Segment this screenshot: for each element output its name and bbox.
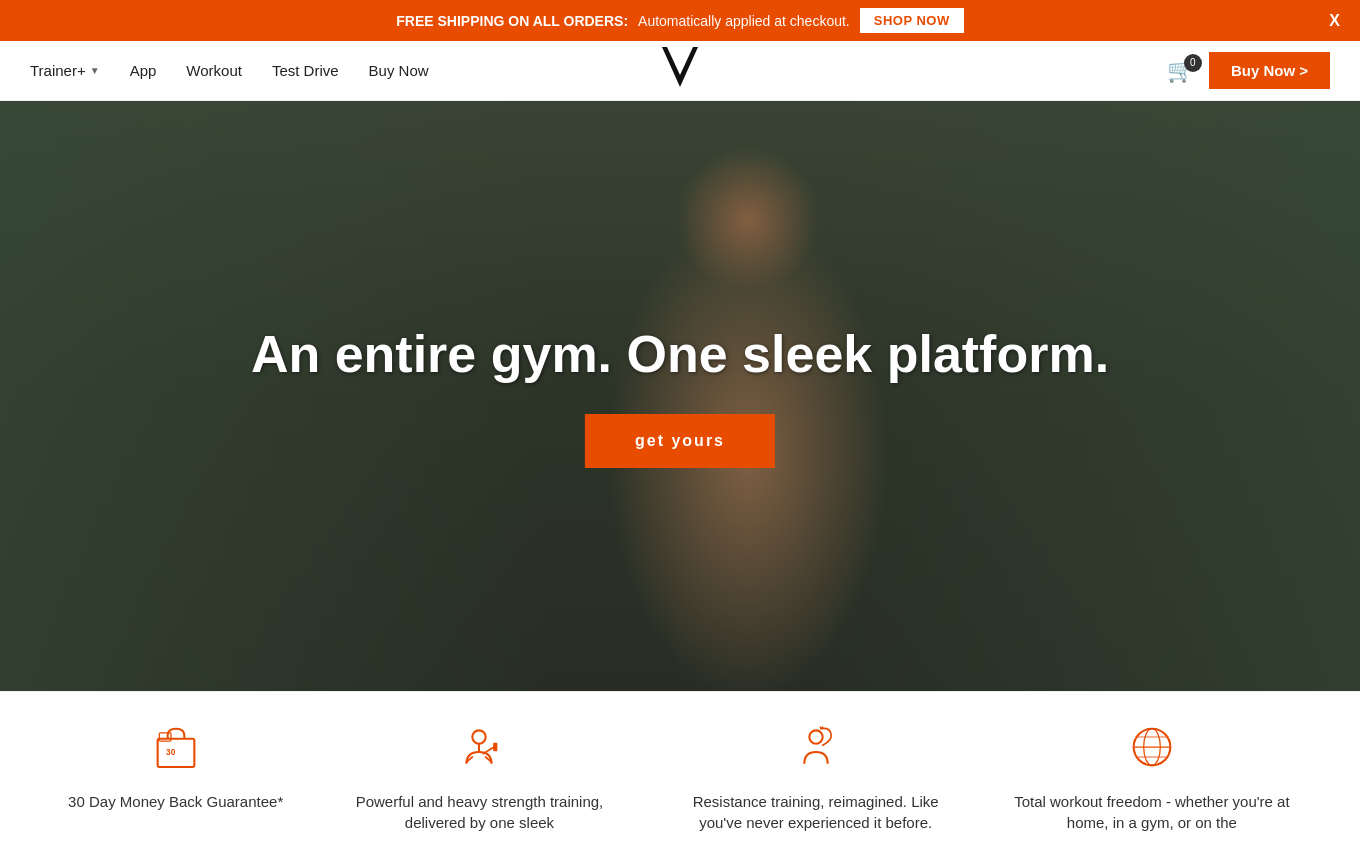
feature-text-guarantee: 30 Day Money Back Guarantee* — [68, 791, 283, 812]
feature-item-resistance: Resistance training, reimagined. Like yo… — [676, 722, 956, 833]
feature-text-strength: Powerful and heavy strength training, de… — [339, 791, 619, 833]
hero-content: An entire gym. One sleek platform. get y… — [251, 324, 1109, 468]
nav-left: Trainer+ ▼ App Workout Test Drive Buy No… — [30, 62, 429, 79]
features-strip: 30 30 Day Money Back Guarantee* Powerful… — [0, 691, 1360, 853]
navbar: Trainer+ ▼ App Workout Test Drive Buy No… — [0, 41, 1360, 101]
svg-point-3 — [473, 730, 486, 743]
feature-item-guarantee: 30 30 Day Money Back Guarantee* — [68, 722, 283, 812]
feature-item-freedom: Total workout freedom - whether you're a… — [1012, 722, 1292, 833]
nav-trainer[interactable]: Trainer+ ▼ — [30, 62, 100, 79]
shop-now-button[interactable]: SHOP NOW — [860, 8, 964, 33]
chevron-down-icon: ▼ — [90, 65, 100, 76]
nav-buy-now[interactable]: Buy Now — [369, 62, 429, 79]
resistance-icon — [791, 722, 841, 779]
nav-workout[interactable]: Workout — [186, 62, 242, 79]
svg-line-4 — [484, 747, 495, 754]
guarantee-icon: 30 — [151, 722, 201, 779]
banner-close-button[interactable]: X — [1329, 12, 1340, 30]
svg-rect-0 — [157, 739, 194, 767]
svg-rect-2 — [159, 733, 171, 741]
top-banner: FREE SHIPPING ON ALL ORDERS: Automatical… — [0, 0, 1360, 41]
svg-rect-5 — [494, 743, 498, 751]
nav-buy-now-cta[interactable]: Buy Now > — [1209, 52, 1330, 89]
banner-text-bold: FREE SHIPPING ON ALL ORDERS: — [396, 13, 628, 29]
feature-text-resistance: Resistance training, reimagined. Like yo… — [676, 791, 956, 833]
nav-test-drive[interactable]: Test Drive — [272, 62, 339, 79]
nav-app[interactable]: App — [130, 62, 157, 79]
hero-section: An entire gym. One sleek platform. get y… — [0, 101, 1360, 691]
feature-text-freedom: Total workout freedom - whether you're a… — [1012, 791, 1292, 833]
feature-item-strength: Powerful and heavy strength training, de… — [339, 722, 619, 833]
hero-cta-button[interactable]: get yours — [585, 414, 775, 468]
site-logo[interactable] — [660, 42, 700, 100]
cart-badge: 0 — [1184, 54, 1202, 72]
svg-point-6 — [809, 730, 822, 743]
banner-text-normal: Automatically applied at checkout. — [638, 13, 850, 29]
svg-text:30: 30 — [166, 747, 176, 757]
nav-right: 🛒 0 Buy Now > — [1167, 52, 1330, 89]
cart-button[interactable]: 🛒 0 — [1167, 58, 1194, 84]
hero-headline: An entire gym. One sleek platform. — [251, 324, 1109, 384]
strength-icon — [454, 722, 504, 779]
freedom-icon — [1127, 722, 1177, 779]
